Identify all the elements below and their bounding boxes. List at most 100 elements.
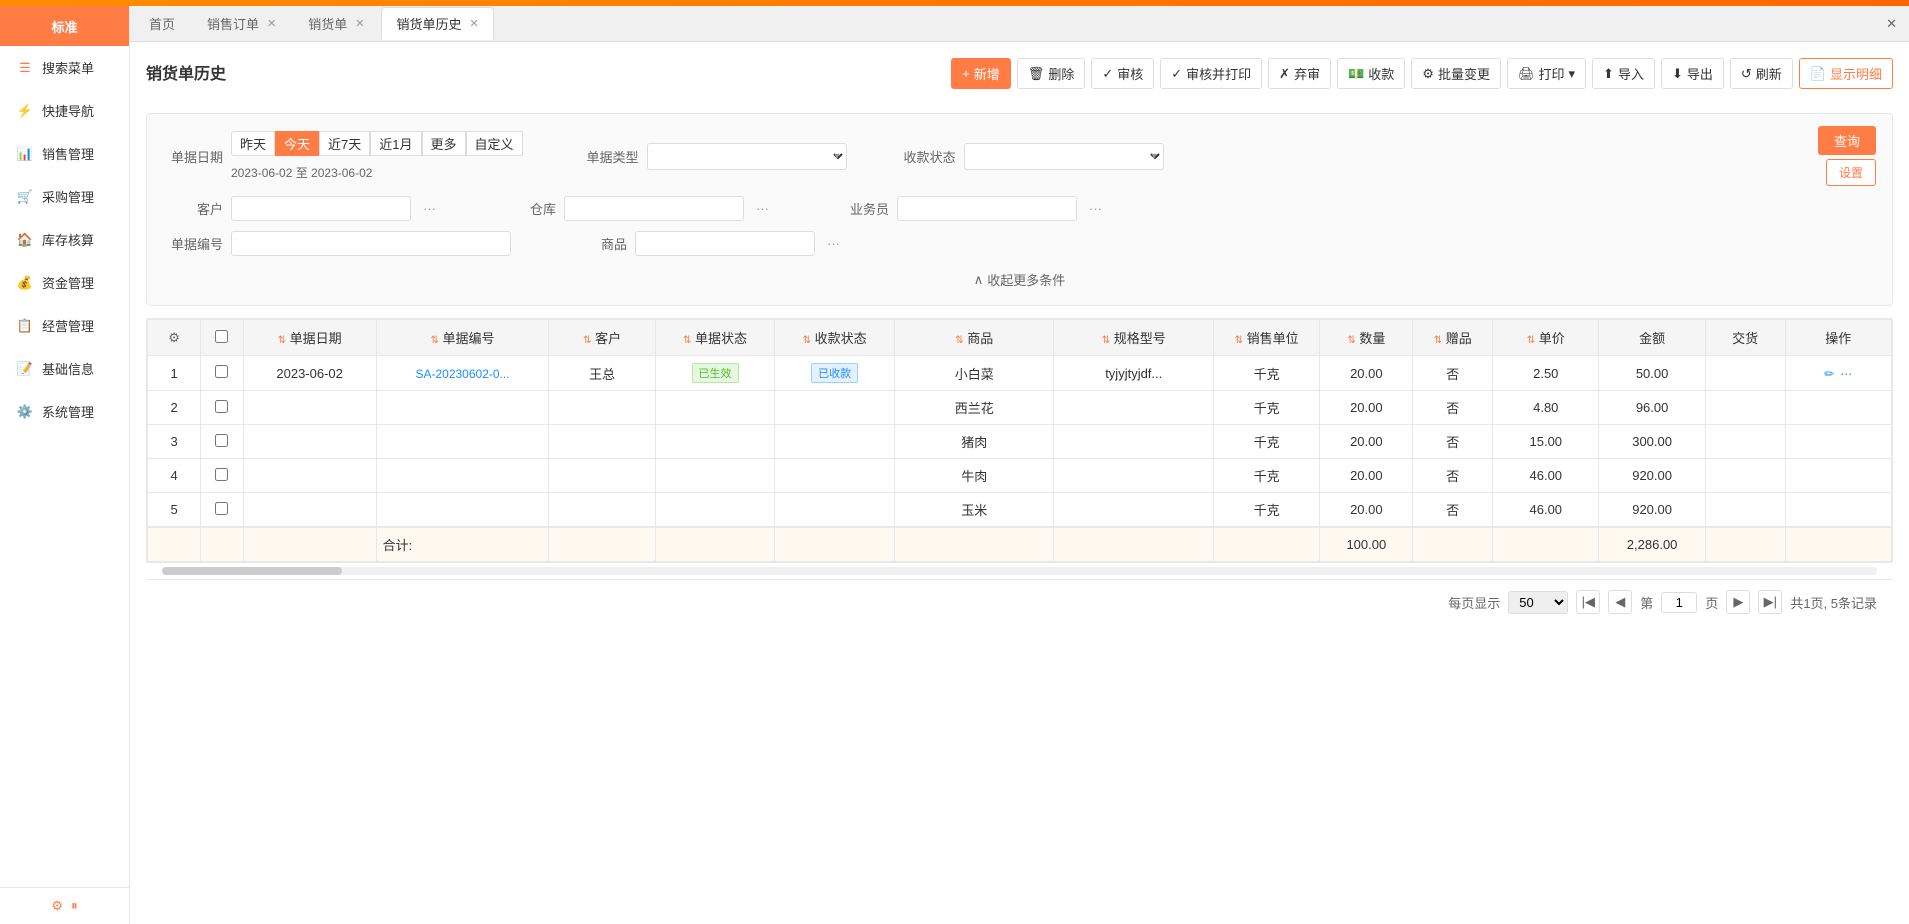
tab-bar-close-btn[interactable]: ✕ [1878,12,1905,36]
th-customer[interactable]: ⇅ 客户 [549,320,655,356]
page-next-btn[interactable]: ▶ [1726,590,1750,614]
sidebar-item-inventory[interactable]: 🏠 库存核算 [0,218,129,261]
tab-home[interactable]: 首页 [134,7,190,40]
page-first-btn[interactable]: |◀ [1576,590,1600,614]
tab-close-sales-delivery[interactable]: ✕ [355,17,364,30]
date-btn-yesterday[interactable]: 昨天 [231,131,275,156]
th-gift[interactable]: ⇅ 赠品 [1413,320,1493,356]
sidebar-item-system-mgmt[interactable]: ⚙️ 系统管理 [0,390,129,433]
th-docno[interactable]: ⇅ 单据编号 [376,320,549,356]
delete-button[interactable]: 🗑 删除 [1017,58,1086,89]
tab-close-sales-history[interactable]: ✕ [470,17,479,30]
date-btn-custom[interactable]: 自定义 [466,131,523,156]
th-spec[interactable]: ⇅ 规格型号 [1054,320,1214,356]
collapse-up-icon: ∧ [974,272,984,288]
sidebar-item-purchase-mgmt[interactable]: 🛒 采购管理 [0,175,129,218]
th-docstatus[interactable]: ⇅ 单据状态 [655,320,775,356]
th-price[interactable]: ⇅ 单价 [1493,320,1599,356]
collapse-button[interactable]: ∧ 收起更多条件 [974,266,1066,293]
row-docno[interactable] [376,493,549,527]
action-edit[interactable]: ✏ [1824,367,1834,381]
row-action[interactable] [1785,425,1891,459]
abandon-button[interactable]: ✗ 弃审 [1268,58,1331,89]
query-button[interactable]: 查询 [1818,126,1876,155]
customer-input[interactable] [231,196,411,221]
row-docno[interactable]: SA-20230602-0... [376,356,549,391]
row-checkbox[interactable] [215,434,228,447]
row-price: 2.50 [1493,356,1599,391]
approve-button[interactable]: ✓ 审核 [1091,58,1154,89]
action-more[interactable]: ⋯ [1840,367,1852,381]
th-date[interactable]: ⇅ 单据日期 [243,320,376,356]
tab-sales-order[interactable]: 销售订单 ✕ [192,7,291,40]
finance-mgmt-icon: 💰 [16,274,34,292]
refresh-button[interactable]: ↺ 刷新 [1730,58,1793,89]
sidebar-item-ops-mgmt[interactable]: 📋 经营管理 [0,304,129,347]
doc-type-select[interactable] [647,143,847,170]
date-btn-1month[interactable]: 近1月 [370,131,421,156]
docno-input[interactable] [231,231,511,256]
quick-nav-icon: ⚡ [16,102,34,120]
th-checkbox[interactable] [201,320,244,356]
row-action[interactable] [1785,493,1891,527]
export-button[interactable]: ⬇ 导出 [1661,58,1724,89]
show-detail-button[interactable]: 📄 显示明细 [1799,58,1893,89]
page-last-btn[interactable]: ▶| [1758,590,1782,614]
pay-status-label: 收款状态 [896,147,956,166]
date-btn-today[interactable]: 今天 [275,131,319,156]
docno-link[interactable]: SA-20230602-0... [415,367,509,381]
row-docno[interactable] [376,391,549,425]
row-price: 46.00 [1493,459,1599,493]
pay-status-select[interactable] [964,143,1164,170]
sidebar-item-quick-nav[interactable]: ⚡ 快捷导航 [0,89,129,132]
warehouse-dots[interactable]: ··· [752,201,773,216]
goods-input[interactable] [635,231,815,256]
tab-sales-history[interactable]: 销货单历史 ✕ [381,7,493,40]
system-mgmt-icon: ⚙️ [16,403,34,421]
sidebar-bottom-icon1[interactable]: ⚙ [51,898,63,914]
sidebar-item-search-menu[interactable]: ☰ 搜索菜单 [0,46,129,89]
sidebar-bottom-icon2[interactable]: ⏸ [71,898,78,914]
row-checkbox[interactable] [215,400,228,413]
goods-label: 商品 [567,234,627,253]
row-checkbox[interactable] [215,468,228,481]
salesperson-dots[interactable]: ··· [1085,201,1106,216]
th-qty[interactable]: ⇅ 数量 [1320,320,1413,356]
row-action[interactable] [1785,391,1891,425]
date-btn-7days[interactable]: 近7天 [319,131,370,156]
salesperson-input[interactable] [897,196,1077,221]
per-page-select[interactable]: 50 100 200 [1508,591,1568,614]
sidebar-item-base-info[interactable]: 📝 基础信息 [0,347,129,390]
set-button[interactable]: 设置 [1826,159,1876,186]
batch-change-button[interactable]: ⚙ 批量变更 [1411,58,1501,89]
warehouse-input[interactable] [564,196,744,221]
customer-dots[interactable]: ··· [419,201,440,216]
th-goods[interactable]: ⇅ 商品 [894,320,1054,356]
row-docno[interactable] [376,459,549,493]
sidebar-item-finance-mgmt[interactable]: 💰 资金管理 [0,261,129,304]
collect-button[interactable]: 💵 收款 [1337,58,1405,89]
page-input[interactable] [1661,592,1697,613]
settings-icon[interactable]: ⚙ [168,330,180,345]
approve-print-button[interactable]: ✓ 审核并打印 [1160,58,1262,89]
th-unit[interactable]: ⇅ 销售单位 [1213,320,1319,356]
row-action[interactable]: ✏⋯ [1785,356,1891,391]
goods-dots[interactable]: ··· [823,236,844,251]
filter-item-salesperson: 业务员 ··· [829,196,1106,221]
row-checkbox[interactable] [215,365,228,378]
tab-sales-delivery[interactable]: 销货单 ✕ [293,7,379,40]
th-paystatus[interactable]: ⇅ 收款状态 [775,320,895,356]
tab-close-sales-order[interactable]: ✕ [267,17,276,30]
page-prev-btn[interactable]: ◀ [1608,590,1632,614]
row-action[interactable] [1785,459,1891,493]
import-button[interactable]: ⬆ 导入 [1592,58,1655,89]
row-docno[interactable] [376,425,549,459]
sidebar-item-sales-mgmt[interactable]: 📊 销售管理 [0,132,129,175]
select-all-checkbox[interactable] [215,330,228,343]
print-button[interactable]: 🖨 打印 ▾ [1507,58,1586,89]
scrollbar-track[interactable] [162,567,1877,575]
th-settings[interactable]: ⚙ [148,320,201,356]
new-button[interactable]: + 新增 [951,58,1011,89]
date-btn-more[interactable]: 更多 [422,131,466,156]
row-checkbox[interactable] [215,502,228,515]
